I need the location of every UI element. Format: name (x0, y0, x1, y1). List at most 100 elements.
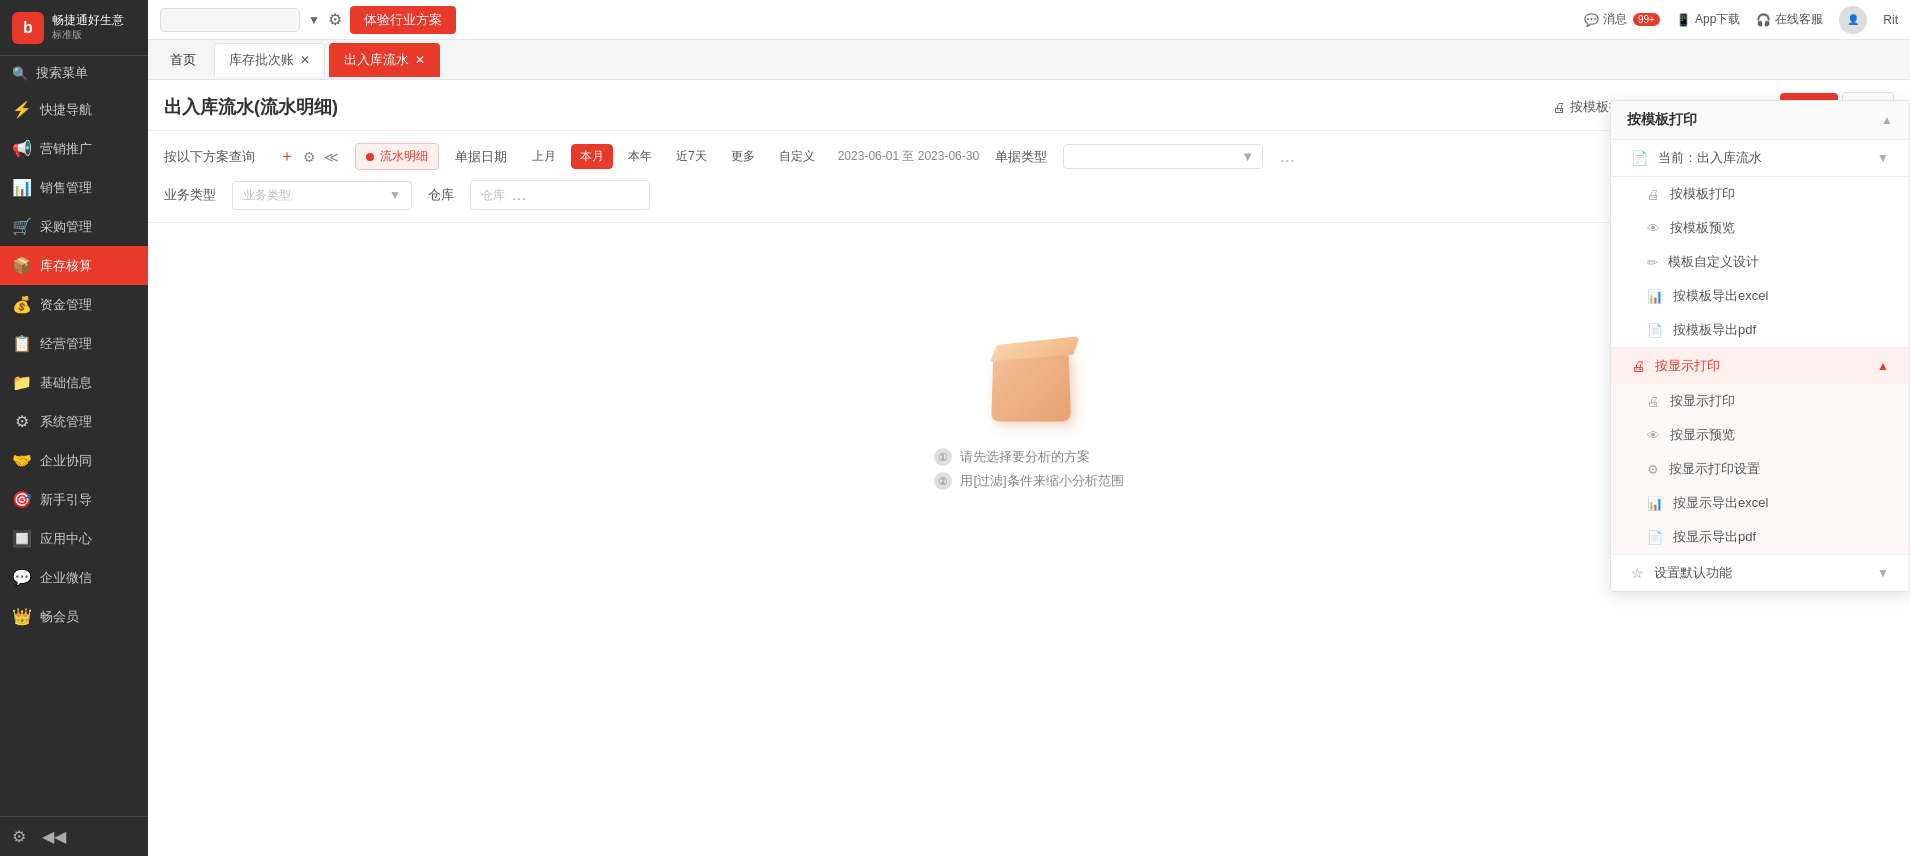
header-search-dropdown-icon[interactable]: ▼ (308, 13, 320, 27)
filter-add-icon[interactable]: ＋ (279, 146, 295, 167)
display-print-section-icon: 🖨 (1631, 358, 1645, 374)
date-last-7days[interactable]: 近7天 (667, 144, 716, 169)
date-last-month[interactable]: 上月 (523, 144, 565, 169)
tab-stock-flow-label: 出入库流水 (344, 51, 409, 69)
user-avatar[interactable]: 👤 (1839, 6, 1867, 34)
marketing-icon: 📢 (12, 139, 32, 158)
print-dropdown-header: 按模板打印 ▲ (1611, 101, 1909, 140)
sidebar-item-apps[interactable]: 🔲 应用中心 (0, 519, 148, 558)
sidebar-item-label: 畅会员 (40, 608, 79, 626)
hint-text-1: 请先选择要分析的方案 (960, 448, 1090, 466)
warehouse-input[interactable]: 仓库 … (470, 180, 650, 210)
business-type-placeholder: 业务类型 (243, 187, 291, 204)
enterprise-icon: 🤝 (12, 451, 32, 470)
display-print-label: 按显示打印 (1670, 392, 1735, 410)
display-export-pdf-item[interactable]: 📄 按显示导出pdf (1611, 520, 1909, 554)
current-doc-icon: 📄 (1631, 150, 1648, 166)
sidebar-item-label: 基础信息 (40, 374, 92, 392)
header-search-input[interactable] (160, 8, 300, 32)
type-more-icon[interactable]: … (1279, 148, 1295, 166)
sidebar-item-enterprise[interactable]: 🤝 企业协同 (0, 441, 148, 480)
display-print-setting-item[interactable]: ⚙ 按显示打印设置 (1611, 452, 1909, 486)
header-right: 💬 消息 99+ 📱 App下载 🎧 在线客服 👤 Rit (1584, 6, 1898, 34)
tab-stock-flow-close-icon[interactable]: ✕ (415, 53, 425, 67)
display-print-section-header[interactable]: 🖨 按显示打印 ▲ (1611, 348, 1909, 384)
sidebar-item-basic[interactable]: 📁 基础信息 (0, 363, 148, 402)
apps-icon: 🔲 (12, 529, 32, 548)
template-export-pdf-label: 按模板导出pdf (1673, 321, 1756, 339)
template-export-pdf-item[interactable]: 📄 按模板导出pdf (1611, 313, 1909, 347)
business-type-select[interactable]: 业务类型 ▼ (232, 181, 412, 210)
sidebar-item-system[interactable]: ⚙ 系统管理 (0, 402, 148, 441)
sidebar-item-guide[interactable]: 🎯 新手引导 (0, 480, 148, 519)
weixin-icon: 💬 (12, 568, 32, 587)
username-label: Rit (1883, 13, 1898, 27)
sales-icon: 📊 (12, 178, 32, 197)
sidebar-item-quick-nav[interactable]: ⚡ 快捷导航 (0, 90, 148, 129)
tab-home[interactable]: 首页 (156, 43, 210, 77)
sidebar-item-finance[interactable]: 💰 资金管理 (0, 285, 148, 324)
date-this-month[interactable]: 本月 (571, 144, 613, 169)
sidebar-item-label: 快捷导航 (40, 101, 92, 119)
date-this-year[interactable]: 本年 (619, 144, 661, 169)
sidebar-item-label: 销售管理 (40, 179, 92, 197)
sidebar-item-label: 应用中心 (40, 530, 92, 548)
set-default-label: 设置默认功能 (1654, 564, 1732, 582)
date-more[interactable]: 更多 (722, 144, 764, 169)
app-download-label: App下载 (1695, 11, 1740, 28)
display-export-excel-label: 按显示导出excel (1673, 494, 1768, 512)
header-gear-icon[interactable]: ⚙ (328, 10, 342, 29)
template-preview-item[interactable]: 👁 按模板预览 (1611, 211, 1909, 245)
sidebar-item-sales[interactable]: 📊 销售管理 (0, 168, 148, 207)
industry-solution-button[interactable]: 体验行业方案 (350, 6, 456, 34)
app-download-button[interactable]: 📱 App下载 (1676, 11, 1740, 28)
tab-batch-account-close-icon[interactable]: ✕ (300, 53, 310, 67)
purchase-icon: 🛒 (12, 217, 32, 236)
date-options: 上月 本月 本年 近7天 更多 自定义 2023-06-01 至 2023-06… (523, 144, 979, 169)
sidebar-item-inventory[interactable]: 📦 库存核算 (0, 246, 148, 285)
business-type-label: 业务类型 (164, 186, 216, 204)
template-export-excel-item[interactable]: 📊 按模板导出excel (1611, 279, 1909, 313)
sidebar-item-business[interactable]: 📋 经营管理 (0, 324, 148, 363)
set-default-item[interactable]: ☆ 设置默认功能 ▼ (1611, 555, 1909, 591)
tab-batch-account[interactable]: 库存批次账 ✕ (214, 43, 325, 77)
display-section: 🖨 按显示打印 👁 按显示预览 ⚙ 按显示打印设置 📊 按显示导出excel 📄… (1611, 384, 1909, 555)
sidebar-item-marketing[interactable]: 📢 营销推广 (0, 129, 148, 168)
display-export-excel-item[interactable]: 📊 按显示导出excel (1611, 486, 1909, 520)
display-preview-item[interactable]: 👁 按显示预览 (1611, 418, 1909, 452)
active-filter-tag[interactable]: 流水明细 (355, 143, 439, 170)
template-print-item[interactable]: 🖨 按模板打印 (1611, 177, 1909, 211)
template-export-excel-icon: 📊 (1647, 289, 1663, 304)
sidebar-search-label: 搜索菜单 (36, 64, 88, 82)
message-icon: 💬 (1584, 13, 1599, 27)
warehouse-more-icon[interactable]: … (511, 186, 527, 204)
dropdown-close-chevron[interactable]: ▲ (1881, 113, 1893, 127)
sidebar-item-label: 采购管理 (40, 218, 92, 236)
date-custom[interactable]: 自定义 (770, 144, 824, 169)
notification-button[interactable]: 💬 消息 99+ (1584, 11, 1660, 28)
sidebar-item-weixin[interactable]: 💬 企业微信 (0, 558, 148, 597)
tab-stock-flow[interactable]: 出入库流水 ✕ (329, 43, 440, 77)
date-range-display: 2023-06-01 至 2023-06-30 (838, 148, 979, 165)
dropdown-current-item[interactable]: 📄 当前：出入库流水 ▼ (1611, 140, 1909, 177)
sidebar-nav: ⚡ 快捷导航 📢 营销推广 📊 销售管理 🛒 采购管理 📦 库存核算 💰 资金管… (0, 90, 148, 816)
template-print-icon: 🖨 (1647, 187, 1660, 202)
sidebar-item-member[interactable]: 👑 畅会员 (0, 597, 148, 636)
customer-service-button[interactable]: 🎧 在线客服 (1756, 11, 1823, 28)
collapse-sidebar-icon[interactable]: ◀◀ (42, 827, 66, 846)
filter-collapse-icon[interactable]: ≪ (324, 149, 339, 165)
set-default-icon: ☆ (1631, 565, 1644, 581)
filter-setting-icon[interactable]: ⚙ (303, 149, 316, 165)
type-select[interactable]: ▼ (1063, 144, 1263, 169)
sidebar-bottom: ⚙ ◀◀ (0, 816, 148, 856)
filter-actions: ＋ ⚙ ≪ (279, 146, 339, 167)
sidebar-search-item[interactable]: 🔍 搜索菜单 (0, 56, 148, 90)
system-icon: ⚙ (12, 412, 32, 431)
type-dropdown-arrow: ▼ (1241, 149, 1254, 164)
template-custom-item[interactable]: ✏ 模板自定义设计 (1611, 245, 1909, 279)
display-print-item[interactable]: 🖨 按显示打印 (1611, 384, 1909, 418)
settings-bottom-icon[interactable]: ⚙ (12, 827, 26, 846)
display-print-setting-label: 按显示打印设置 (1669, 460, 1760, 478)
app-header: ▼ ⚙ 体验行业方案 💬 消息 99+ 📱 App下载 🎧 在线客服 👤 Rit (148, 0, 1910, 40)
sidebar-item-purchase[interactable]: 🛒 采购管理 (0, 207, 148, 246)
